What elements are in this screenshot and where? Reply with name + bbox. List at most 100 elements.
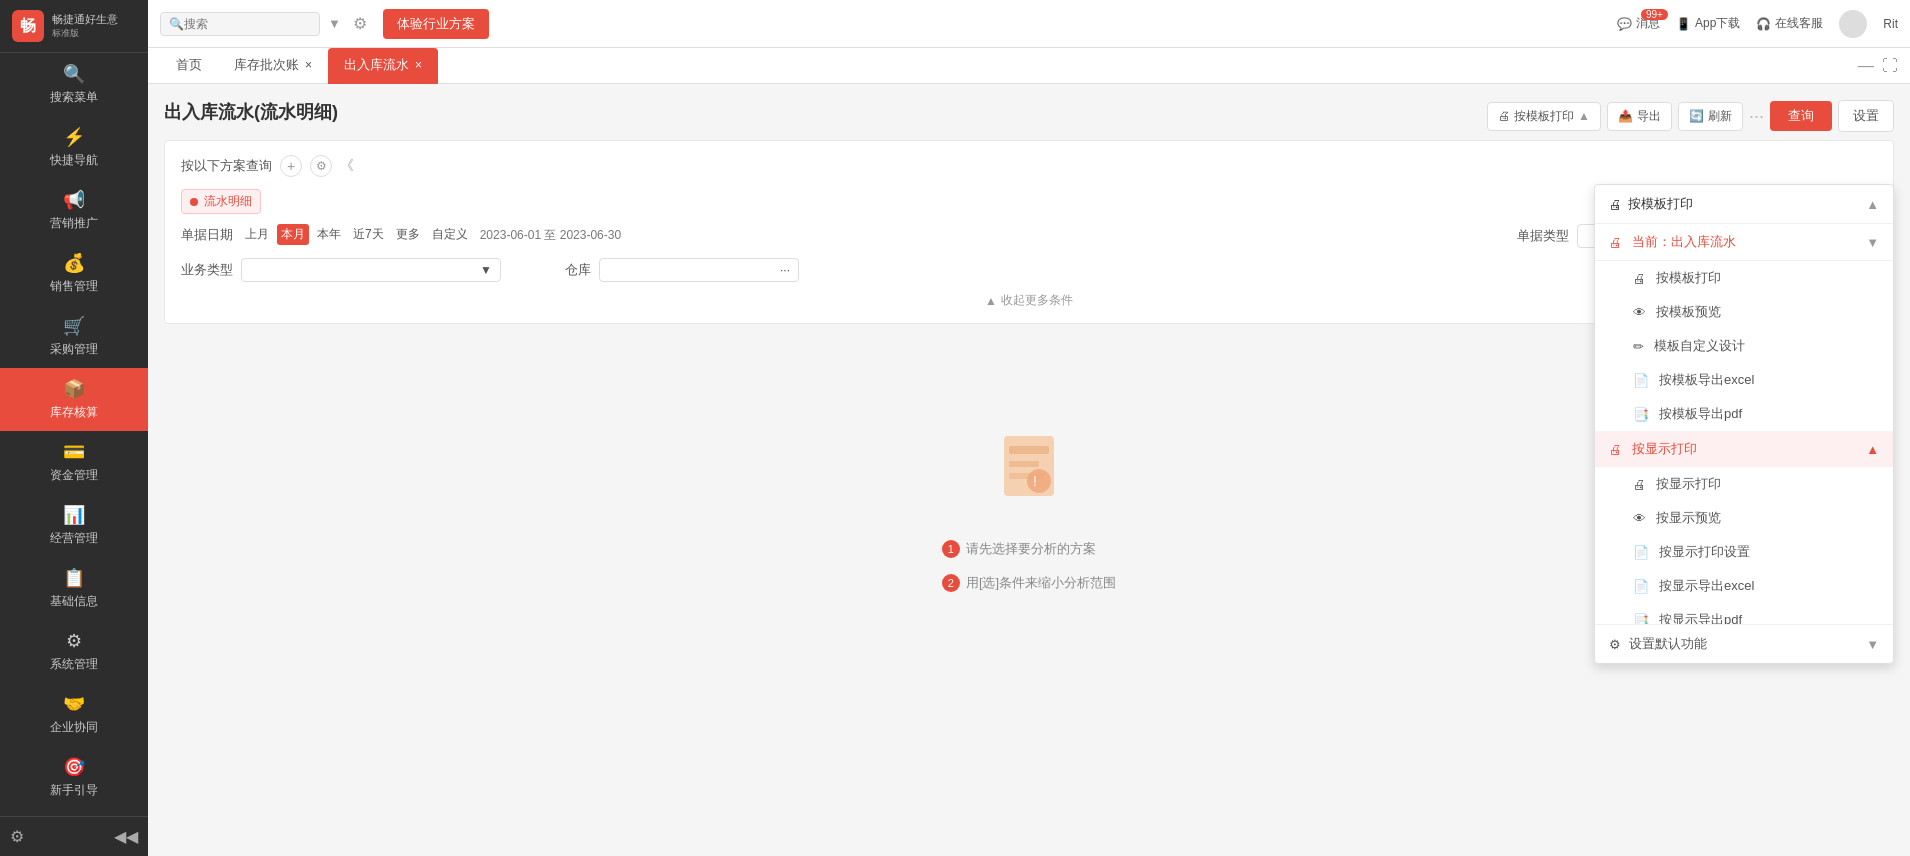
message-btn[interactable]: 💬 消息 99+ <box>1617 15 1660 32</box>
empty-step-2-label: 用[选]条件来缩小分析范围 <box>966 570 1116 596</box>
filter-collapse-btn[interactable]: 《 <box>340 157 354 175</box>
online-service-btn[interactable]: 🎧 在线客服 <box>1756 15 1823 32</box>
dropdown-display-print-settings[interactable]: 📄 按显示打印设置 <box>1595 535 1893 569</box>
display-print-label: 按显示打印 <box>1656 475 1721 493</box>
tab-minimize-icon[interactable]: — <box>1858 57 1874 75</box>
template-pdf-icon: 📑 <box>1633 407 1649 422</box>
warehouse-dots: ··· <box>780 263 790 277</box>
tab-inout-flow-label: 出入库流水 <box>344 56 409 74</box>
step-1-num: 1 <box>942 540 960 558</box>
warehouse-select[interactable]: ··· <box>599 258 799 282</box>
date-shortcut-this-month[interactable]: 本月 <box>277 224 309 245</box>
dropdown-close-arrow[interactable]: ▲ <box>1866 197 1879 212</box>
dropdown-footer-settings[interactable]: ⚙ 设置默认功能 ▼ <box>1595 624 1893 663</box>
dropdown-title: 🖨 按模板打印 <box>1609 195 1693 213</box>
industry-btn[interactable]: 体验行业方案 <box>383 9 489 39</box>
refresh-btn[interactable]: 🔄 刷新 <box>1678 102 1743 131</box>
dropdown-display-print[interactable]: 🖨 按显示打印 <box>1595 467 1893 501</box>
dropdown-template-preview[interactable]: 👁 按模板预览 <box>1595 295 1893 329</box>
display-print-group-label: 按显示打印 <box>1632 440 1697 458</box>
user-avatar[interactable] <box>1839 10 1867 38</box>
sidebar-label-basic-info: 基础信息 <box>50 593 98 610</box>
dropdown-current-item[interactable]: 🖨 当前：出入库流水 ▼ <box>1595 224 1893 261</box>
biz-type-select[interactable]: ▼ <box>241 258 501 282</box>
dropdown-display-excel[interactable]: 📄 按显示导出excel <box>1595 569 1893 603</box>
search-chevron-icon[interactable]: ▼ <box>328 16 341 31</box>
online-service-label: 在线客服 <box>1775 15 1823 32</box>
settings-btn[interactable]: 设置 <box>1838 100 1894 132</box>
dropdown-title-label: 按模板打印 <box>1628 195 1693 213</box>
settings-footer-icon[interactable]: ⚙ <box>10 827 24 846</box>
sidebar-item-quick-nav[interactable]: ⚡ 快捷导航 <box>0 116 148 179</box>
search-input[interactable] <box>184 17 304 31</box>
tab-maximize-icon[interactable]: ⛶ <box>1882 57 1898 75</box>
template-excel-icon: 📄 <box>1633 373 1649 388</box>
sidebar-item-inventory[interactable]: 📦 库存核算 <box>0 368 148 431</box>
filter-settings-btn[interactable]: ⚙ <box>310 155 332 177</box>
filter-dot <box>190 198 198 206</box>
tab-batch-account-close[interactable]: × <box>305 58 312 72</box>
sidebar-item-operations[interactable]: 📊 经营管理 <box>0 494 148 557</box>
dropdown-display-print-group[interactable]: 🖨 按显示打印 ▲ <box>1595 431 1893 467</box>
biz-type-label: 业务类型 <box>181 261 233 279</box>
fold-sidebar-icon[interactable]: ◀◀ <box>114 827 138 846</box>
active-filter-tag[interactable]: 流水明细 <box>181 189 261 214</box>
tab-inout-flow-close[interactable]: × <box>415 58 422 72</box>
dropdown-template-excel[interactable]: 📄 按模板导出excel <box>1595 363 1893 397</box>
svg-point-4 <box>1027 469 1051 493</box>
sidebar-item-corp-collab[interactable]: 🤝 企业协同 <box>0 683 148 746</box>
marketing-icon: 📢 <box>63 189 85 211</box>
date-filter-item: 单据日期 上月 本月 本年 近7天 更多 自定义 2023-06-01 至 20… <box>181 224 621 245</box>
dropdown-display-pdf[interactable]: 📑 按显示导出pdf <box>1595 603 1893 624</box>
print-template-btn[interactable]: 🖨 按模板打印 ▲ <box>1487 102 1601 131</box>
refresh-icon: 🔄 <box>1689 109 1704 123</box>
empty-state-illustration: ! <box>979 416 1079 516</box>
app-download-btn[interactable]: 📱 App下载 <box>1676 15 1740 32</box>
warehouse-label: 仓库 <box>565 261 591 279</box>
sidebar-item-onboarding[interactable]: 🎯 新手引导 <box>0 746 148 809</box>
topbar-gear-icon[interactable]: ⚙ <box>353 14 367 33</box>
search-box[interactable]: 🔍 <box>160 12 320 36</box>
inventory-icon: 📦 <box>63 378 85 400</box>
dropdown-template-pdf[interactable]: 📑 按模板导出pdf <box>1595 397 1893 431</box>
sidebar-label-search: 搜索菜单 <box>50 89 98 106</box>
collapse-label: 收起更多条件 <box>1001 292 1073 309</box>
tab-home[interactable]: 首页 <box>160 48 218 84</box>
template-pdf-label: 按模板导出pdf <box>1659 405 1742 423</box>
display-print-settings-icon: 📄 <box>1633 545 1649 560</box>
query-btn[interactable]: 查询 <box>1770 101 1832 131</box>
date-shortcut-custom[interactable]: 自定义 <box>428 224 472 245</box>
date-filter-label: 单据日期 <box>181 226 233 244</box>
date-shortcut-prev-month[interactable]: 上月 <box>241 224 273 245</box>
sidebar-item-system[interactable]: ⚙ 系统管理 <box>0 620 148 683</box>
filter-add-btn[interactable]: + <box>280 155 302 177</box>
more-actions-dots[interactable]: ··· <box>1749 106 1764 127</box>
sidebar-label-sales: 销售管理 <box>50 278 98 295</box>
display-print-settings-label: 按显示打印设置 <box>1659 543 1750 561</box>
date-shortcut-7days[interactable]: 近7天 <box>349 224 388 245</box>
dropdown-template-print[interactable]: 🖨 按模板打印 <box>1595 261 1893 295</box>
footer-settings-arrow: ▼ <box>1866 637 1879 652</box>
username-label[interactable]: Rit <box>1883 17 1898 31</box>
dropdown-display-preview[interactable]: 👁 按显示预览 <box>1595 501 1893 535</box>
message-icon: 💬 <box>1617 17 1632 31</box>
export-btn[interactable]: 📤 导出 <box>1607 102 1672 131</box>
filter-label: 按以下方案查询 <box>181 157 272 175</box>
biz-type-filter: 业务类型 ▼ <box>181 258 501 282</box>
export-icon: 📤 <box>1618 109 1633 123</box>
sidebar-item-finance[interactable]: 💳 资金管理 <box>0 431 148 494</box>
sidebar-item-purchase[interactable]: 🛒 采购管理 <box>0 305 148 368</box>
date-range-value[interactable]: 2023-06-01 至 2023-06-30 <box>480 227 621 244</box>
sidebar-item-marketing[interactable]: 📢 营销推广 <box>0 179 148 242</box>
sidebar-item-sales[interactable]: 💰 销售管理 <box>0 242 148 305</box>
app-download-icon: 📱 <box>1676 17 1691 31</box>
sidebar-item-search[interactable]: 🔍 搜索菜单 <box>0 53 148 116</box>
template-print-icon: 🖨 <box>1633 271 1646 286</box>
dropdown-template-custom[interactable]: ✏ 模板自定义设计 <box>1595 329 1893 363</box>
tab-batch-account[interactable]: 库存批次账 × <box>218 48 328 84</box>
date-shortcut-this-year[interactable]: 本年 <box>313 224 345 245</box>
sidebar-item-app-center[interactable]: 📱 应用中心 <box>0 809 148 816</box>
tab-inout-flow[interactable]: 出入库流水 × <box>328 48 438 84</box>
date-shortcut-more[interactable]: 更多 <box>392 224 424 245</box>
sidebar-item-basic-info[interactable]: 📋 基础信息 <box>0 557 148 620</box>
